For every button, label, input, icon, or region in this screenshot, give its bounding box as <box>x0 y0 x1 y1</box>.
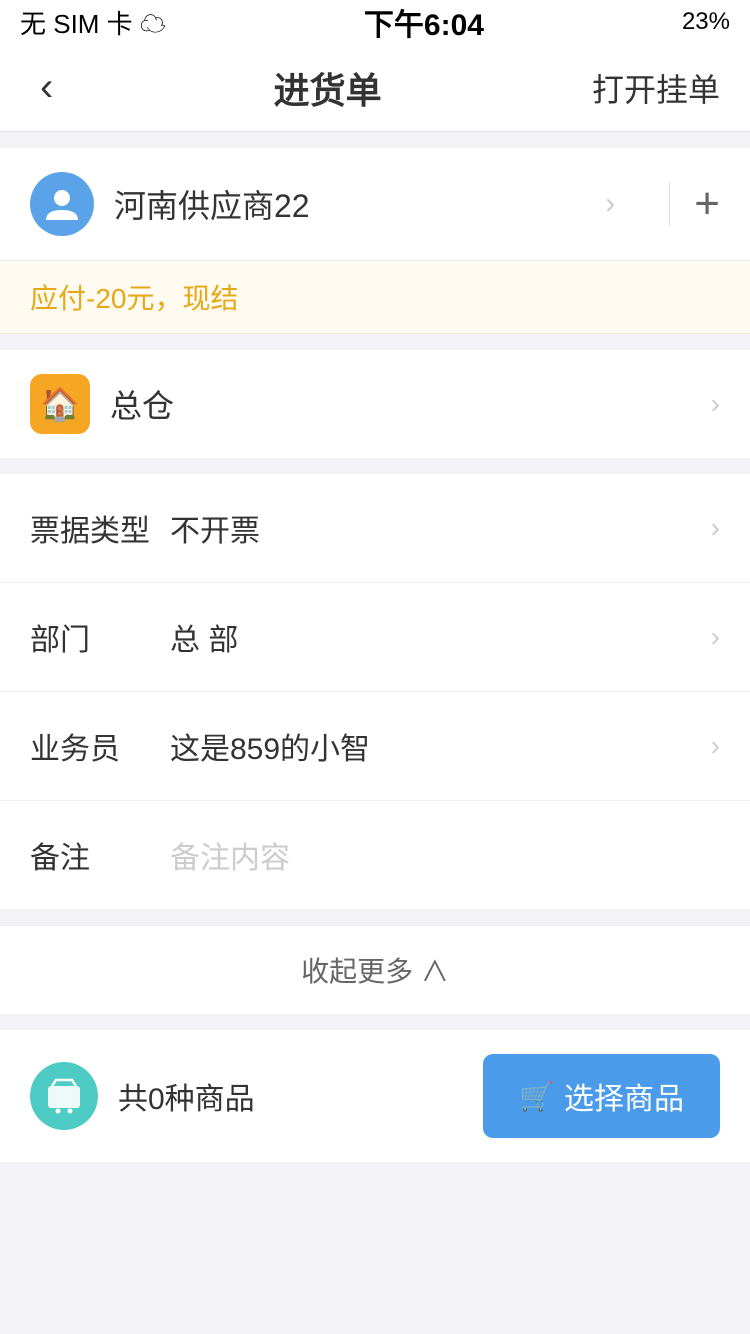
product-cart-icon <box>44 1076 84 1116</box>
department-label: 部门 <box>30 615 150 659</box>
product-count: 共0种商品 <box>118 1074 483 1118</box>
select-product-button[interactable]: 🛒 选择商品 <box>483 1054 720 1138</box>
warehouse-row[interactable]: 🏠 总仓 › <box>0 350 750 458</box>
invoice-row[interactable]: 票据类型 不开票 › <box>0 474 750 583</box>
salesman-chevron-icon: › <box>711 730 720 762</box>
add-supplier-button[interactable]: + <box>694 179 720 229</box>
battery-icon: 23% <box>682 8 730 36</box>
top-divider <box>0 132 750 148</box>
select-product-label: 选择商品 <box>564 1074 684 1118</box>
warehouse-icon-wrap: 🏠 <box>30 374 90 434</box>
section-divider-1 <box>0 334 750 350</box>
salesman-value: 这是859的小智 <box>170 724 711 768</box>
invoice-value: 不开票 <box>170 506 711 550</box>
invoice-chevron-icon: › <box>711 512 720 544</box>
product-bar: 共0种商品 🛒 选择商品 <box>0 1030 750 1162</box>
invoice-label: 票据类型 <box>30 506 150 550</box>
product-icon-wrap <box>30 1062 98 1130</box>
form-section: 票据类型 不开票 › 部门 总 部 › 业务员 这是859的小智 › 备注 备注… <box>0 474 750 909</box>
open-pending-button[interactable]: 打开挂单 <box>592 65 720 111</box>
supplier-name: 河南供应商22 <box>114 181 605 227</box>
status-right: 23% <box>682 8 730 36</box>
supplier-row[interactable]: 河南供应商22 › + <box>0 148 750 261</box>
back-button[interactable]: ‹ <box>30 55 63 120</box>
warehouse-name: 总仓 <box>110 381 711 427</box>
select-cart-icon: 🛒 <box>519 1080 554 1113</box>
status-bar: 无 SIM 卡 ☁ 下午6:04 23% <box>0 0 750 44</box>
status-left: 无 SIM 卡 ☁ <box>20 4 166 41</box>
supplier-chevron-icon: › <box>605 187 615 221</box>
remark-row[interactable]: 备注 备注内容 <box>0 801 750 909</box>
supplier-avatar <box>30 172 94 236</box>
page-title: 进货单 <box>274 62 382 114</box>
supplier-divider <box>669 182 670 226</box>
remark-label: 备注 <box>30 833 150 877</box>
nav-bar: ‹ 进货单 打开挂单 <box>0 44 750 132</box>
department-chevron-icon: › <box>711 621 720 653</box>
notice-banner: 应付-20元，现结 <box>0 261 750 334</box>
warehouse-icon: 🏠 <box>40 385 80 423</box>
salesman-row[interactable]: 业务员 这是859的小智 › <box>0 692 750 801</box>
collapse-button[interactable]: 收起更多 ∧ <box>301 956 449 987</box>
remark-input[interactable]: 备注内容 <box>170 833 720 877</box>
department-value: 总 部 <box>170 615 711 659</box>
collapse-row[interactable]: 收起更多 ∧ <box>0 925 750 1014</box>
warehouse-chevron-icon: › <box>711 388 720 420</box>
status-time: 下午6:04 <box>364 0 484 44</box>
salesman-label: 业务员 <box>30 724 150 768</box>
department-row[interactable]: 部门 总 部 › <box>0 583 750 692</box>
